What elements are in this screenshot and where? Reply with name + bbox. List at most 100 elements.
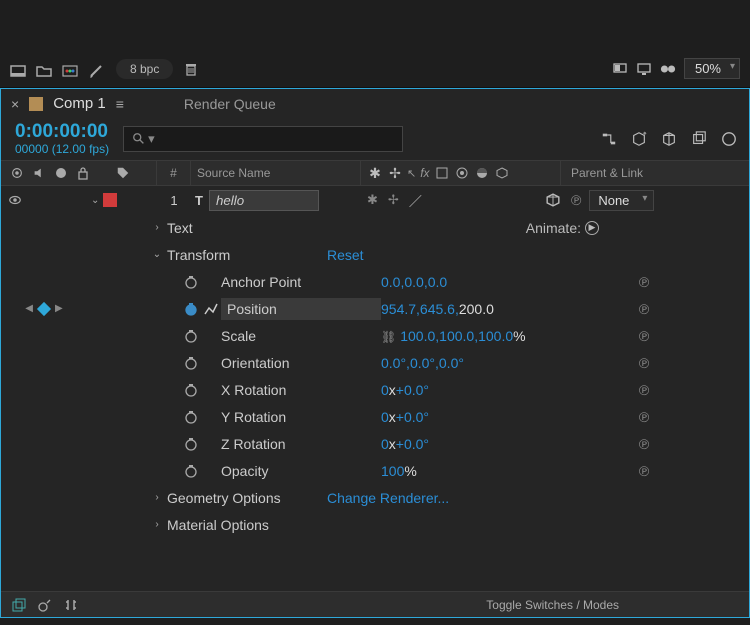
layer-3d-icon[interactable] xyxy=(545,192,561,208)
audio-col-icon[interactable] xyxy=(31,165,47,181)
comp-flowchart-icon[interactable] xyxy=(601,131,617,147)
orientation-label: Orientation xyxy=(221,355,381,371)
bpc-indicator[interactable]: 8 bpc xyxy=(116,59,173,79)
project-panel-icon[interactable] xyxy=(10,63,26,79)
comp-tab[interactable]: Comp 1 xyxy=(53,95,106,112)
cube-icon[interactable] xyxy=(661,131,677,147)
anchor-value[interactable]: 0.0,0.0,0.0 xyxy=(381,274,581,290)
graph-icon[interactable] xyxy=(201,302,221,316)
monitor1-icon[interactable] xyxy=(612,61,628,77)
eye-icon[interactable] xyxy=(7,192,23,208)
trash-icon[interactable] xyxy=(183,61,199,77)
position-pickwhip[interactable]: ℗ xyxy=(629,301,659,317)
footer-layers-icon[interactable] xyxy=(11,597,27,613)
solo-col-icon[interactable] xyxy=(53,165,69,181)
position-label: Position xyxy=(221,298,381,320)
text-layer-icon: T xyxy=(195,193,203,208)
stopwatch-icon[interactable] xyxy=(181,356,201,370)
star-icon: ✢ xyxy=(387,165,403,181)
zrot-label: Z Rotation xyxy=(221,436,381,452)
stopwatch-icon[interactable] xyxy=(181,383,201,397)
layer-label-swatch[interactable] xyxy=(103,193,117,207)
xrot-value[interactable]: 0x+0.0° xyxy=(381,382,581,398)
transform-twirl-icon[interactable]: ⌄ xyxy=(147,249,167,260)
transform-group[interactable]: Transform xyxy=(167,247,327,263)
palette-icon[interactable] xyxy=(62,63,78,79)
stopwatch-icon[interactable] xyxy=(181,275,201,289)
shy-icon: ✱ xyxy=(367,165,383,181)
lock-col-icon[interactable] xyxy=(75,165,91,181)
opacity-value[interactable]: 100% xyxy=(381,463,581,479)
xrot-pickwhip[interactable]: ℗ xyxy=(629,382,659,398)
toggle-switches-button[interactable]: Toggle Switches / Modes xyxy=(486,598,619,612)
current-timecode[interactable]: 0:00:00:00 xyxy=(15,122,109,143)
geometry-twirl-icon[interactable]: › xyxy=(147,492,167,503)
anchor-label: Anchor Point xyxy=(221,274,381,290)
index-col-header[interactable]: # xyxy=(157,161,191,185)
keyframe-icon[interactable] xyxy=(37,302,51,316)
timeline-panel: × Comp 1 ≡ Render Queue 0:00:00:00 00000… xyxy=(0,88,750,618)
material-twirl-icon[interactable]: › xyxy=(147,519,167,530)
next-key-icon[interactable]: ▶ xyxy=(55,303,63,314)
stopwatch-icon[interactable] xyxy=(181,437,201,451)
animate-label: Animate: xyxy=(526,220,581,236)
switches-col-header: ✱ ✢ ↖ fx xyxy=(361,161,561,185)
layer-row[interactable]: ⌄ 1 T ✱ ✢ ／ ℗ None xyxy=(1,186,749,214)
orientation-pickwhip[interactable]: ℗ xyxy=(629,355,659,371)
search-icon xyxy=(132,132,146,146)
search-input[interactable]: ▾ xyxy=(123,126,403,152)
scale-pickwhip[interactable]: ℗ xyxy=(629,328,659,344)
close-tab-icon[interactable]: × xyxy=(11,96,19,112)
xrot-label: X Rotation xyxy=(221,382,381,398)
graph-editor-icon[interactable] xyxy=(721,131,737,147)
video-col-icon[interactable] xyxy=(9,165,25,181)
pickwhip-icon[interactable]: ℗ xyxy=(571,192,581,208)
reset-link[interactable]: Reset xyxy=(327,247,527,263)
text-group[interactable]: Text xyxy=(167,220,327,236)
brush-icon[interactable] xyxy=(88,63,104,79)
zrot-pickwhip[interactable]: ℗ xyxy=(629,436,659,452)
zrot-value[interactable]: 0x+0.0° xyxy=(381,436,581,452)
draft3d-icon[interactable] xyxy=(631,131,647,147)
layer-index: 1 xyxy=(157,186,191,214)
opacity-pickwhip[interactable]: ℗ xyxy=(629,463,659,479)
sourcename-col-header[interactable]: Source Name xyxy=(191,161,361,185)
folder-icon[interactable] xyxy=(36,63,52,79)
frame-fps: 00000 (12.00 fps) xyxy=(15,143,109,156)
text-twirl-icon[interactable]: › xyxy=(147,222,167,233)
scale-label: Scale xyxy=(221,328,381,344)
monitor2-icon[interactable] xyxy=(636,61,652,77)
label-col-icon[interactable] xyxy=(115,165,131,181)
layer-name-input[interactable] xyxy=(209,190,319,211)
footer-brackets-icon[interactable] xyxy=(63,597,79,613)
cube-switch-icon xyxy=(494,165,510,181)
layer-twirl-icon[interactable]: ⌄ xyxy=(91,195,99,206)
stopwatch-icon[interactable] xyxy=(181,464,201,478)
scale-value[interactable]: ⛓100.0,100.0,100.0% xyxy=(381,328,581,344)
animate-menu-icon[interactable]: ▶ xyxy=(585,221,599,235)
position-stopwatch-icon[interactable] xyxy=(181,302,201,316)
comp-color-swatch xyxy=(29,97,43,111)
stopwatch-icon[interactable] xyxy=(181,410,201,424)
yrot-label: Y Rotation xyxy=(221,409,381,425)
footer-render-icon[interactable] xyxy=(37,597,53,613)
panel-menu-icon[interactable]: ≡ xyxy=(116,96,124,112)
position-value[interactable]: 954.7,645.6,200.0 xyxy=(381,301,581,317)
geometry-group: Geometry Options xyxy=(167,490,327,506)
yrot-value[interactable]: 0x+0.0° xyxy=(381,409,581,425)
parent-col-header[interactable]: Parent & Link xyxy=(561,161,749,185)
frames-icon[interactable] xyxy=(691,131,707,147)
render-queue-tab[interactable]: Render Queue xyxy=(184,96,276,112)
goggles-icon[interactable] xyxy=(660,61,676,77)
material-group[interactable]: Material Options xyxy=(167,517,327,533)
prev-key-icon[interactable]: ◀ xyxy=(25,303,33,314)
chain-link-icon[interactable]: ⛓ xyxy=(381,330,396,344)
anchor-pickwhip[interactable]: ℗ xyxy=(629,274,659,290)
stopwatch-icon[interactable] xyxy=(181,329,201,343)
orientation-value[interactable]: 0.0°,0.0°,0.0° xyxy=(381,355,581,371)
parent-dropdown[interactable]: None xyxy=(589,190,654,211)
opacity-label: Opacity xyxy=(221,463,381,479)
change-renderer-link[interactable]: Change Renderer... xyxy=(327,490,527,506)
zoom-dropdown[interactable]: 50% xyxy=(684,58,740,79)
yrot-pickwhip[interactable]: ℗ xyxy=(629,409,659,425)
